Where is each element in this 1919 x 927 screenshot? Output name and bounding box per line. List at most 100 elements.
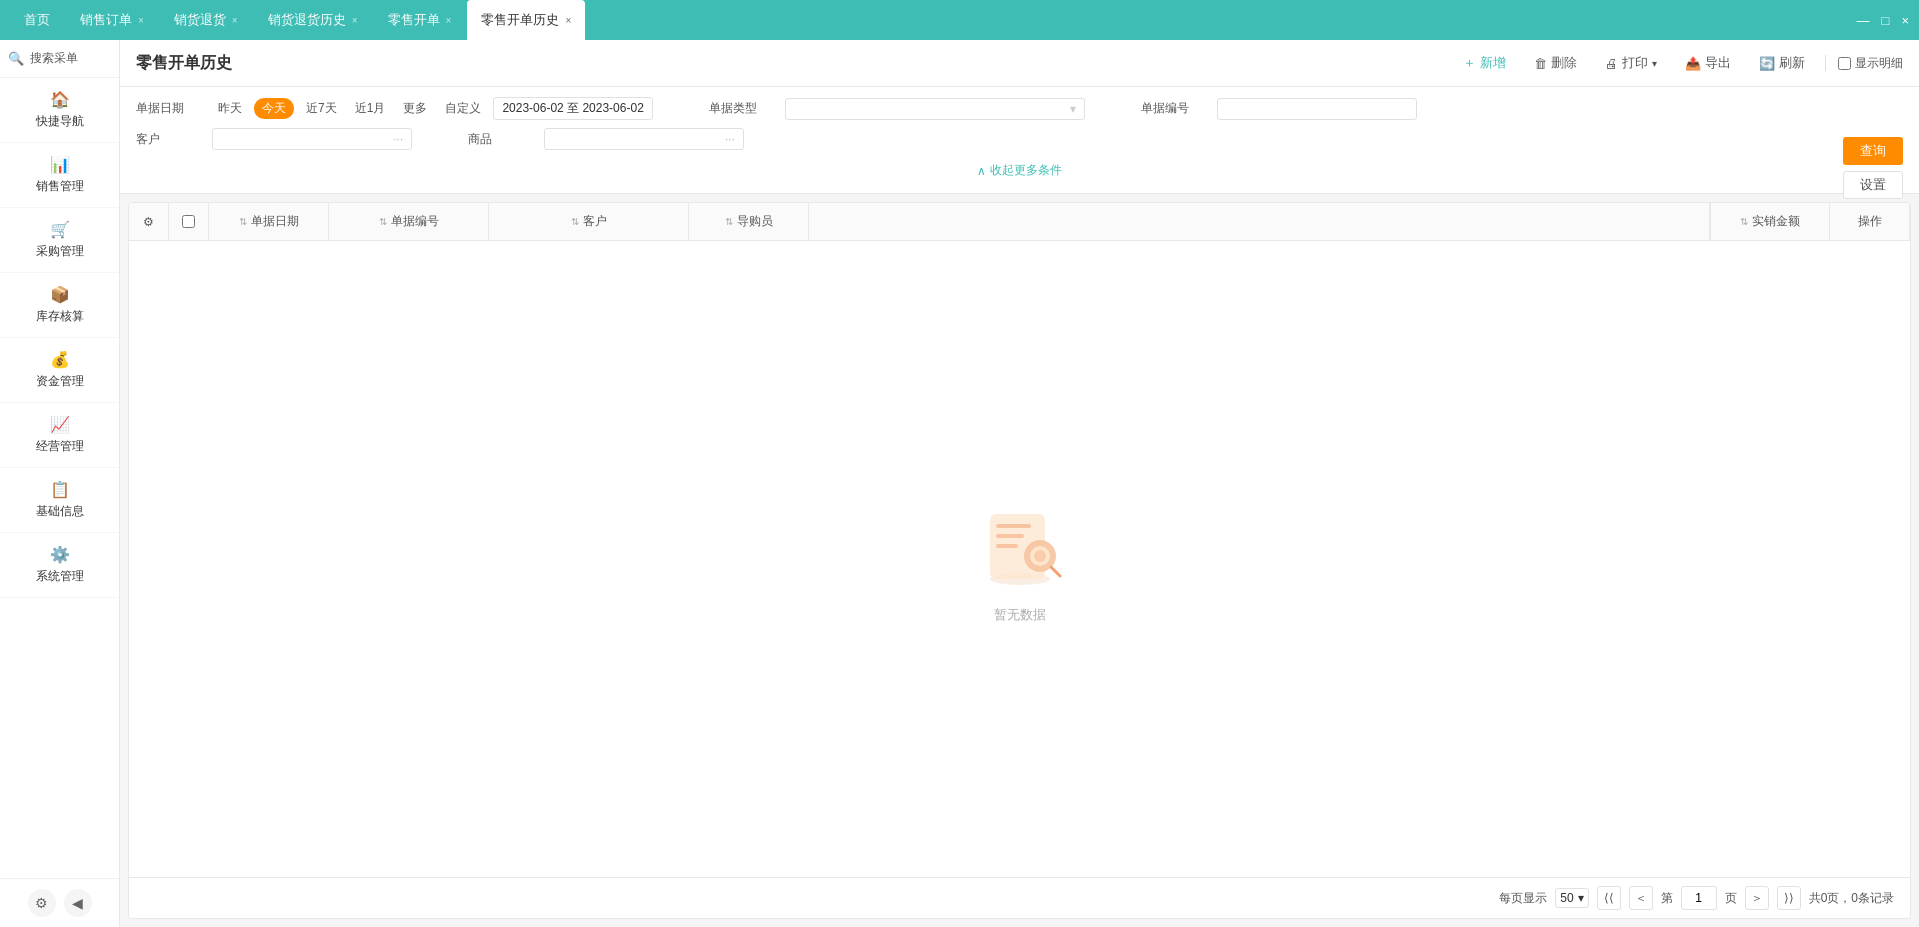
filter-row-2: 客户 ··· 商品 ···	[136, 128, 1903, 150]
page-size-select[interactable]: 50 ▾	[1555, 888, 1588, 908]
window-min-btn[interactable]: —	[1857, 13, 1870, 28]
date-btn-today[interactable]: 今天	[254, 98, 294, 119]
export-button[interactable]: 📤 导出	[1677, 50, 1739, 76]
delete-button[interactable]: 🗑 删除	[1526, 50, 1585, 76]
date-label: 单据日期	[136, 100, 196, 117]
sidebar-item-business-mgmt-label: 经营管理	[36, 438, 84, 455]
sidebar-item-purchase-mgmt[interactable]: 🛒 采购管理	[0, 208, 119, 273]
sidebar-item-business-mgmt[interactable]: 📈 经营管理	[0, 403, 119, 468]
tab-home[interactable]: 首页	[10, 0, 64, 40]
tab-sales-return-history-close[interactable]: ×	[352, 15, 358, 26]
total-info: 共0页，0条记录	[1809, 890, 1894, 907]
col-date[interactable]: ⇅ 单据日期	[209, 203, 329, 240]
next-page-btn[interactable]: ＞	[1745, 886, 1769, 910]
select-all-checkbox[interactable]	[182, 215, 195, 228]
last-page-btn[interactable]: ⟩⟩	[1777, 886, 1801, 910]
window-close-btn[interactable]: ×	[1901, 13, 1909, 28]
goods-input[interactable]: ···	[544, 128, 744, 150]
number-input[interactable]	[1217, 98, 1417, 120]
sidebar-item-quick-nav[interactable]: 🏠 快捷导航	[0, 78, 119, 143]
page-input[interactable]	[1681, 886, 1717, 910]
prev-page-btn[interactable]: ＜	[1629, 886, 1653, 910]
date-buttons: 昨天 今天 近7天 近1月 更多 自定义 2023-06-02 至 2023-0…	[212, 97, 653, 120]
sort-icon-date: ⇅	[239, 216, 247, 227]
tab-sales-order[interactable]: 销售订单 ×	[66, 0, 158, 40]
sidebar-item-finance-label: 资金管理	[36, 373, 84, 390]
show-detail-checkbox[interactable]	[1838, 57, 1851, 70]
number-label: 单据编号	[1141, 100, 1201, 117]
tab-sales-return-label: 销货退货	[174, 11, 226, 29]
settings-filter-button[interactable]: 设置	[1843, 171, 1903, 199]
show-detail-checkbox-label[interactable]: 显示明细	[1838, 55, 1903, 72]
sidebar-item-base-info[interactable]: 📋 基础信息	[0, 468, 119, 533]
add-icon: ＋	[1463, 54, 1476, 72]
tab-sales-return-close[interactable]: ×	[232, 15, 238, 26]
type-select[interactable]: ▾	[785, 98, 1085, 120]
sidebar-item-inventory[interactable]: 📦 库存核算	[0, 273, 119, 338]
col-checkbox[interactable]	[169, 203, 209, 240]
sidebar-item-quick-nav-label: 快捷导航	[36, 113, 84, 130]
date-btn-yesterday[interactable]: 昨天	[212, 98, 248, 119]
goods-input-dots[interactable]: ···	[725, 132, 735, 146]
sidebar-item-purchase-mgmt-label: 采购管理	[36, 243, 84, 260]
tab-retail-order-history[interactable]: 零售开单历史 ×	[467, 0, 585, 40]
date-btn-custom[interactable]: 自定义	[439, 98, 487, 119]
col-date-label: 单据日期	[251, 213, 299, 230]
sidebar-item-system-mgmt[interactable]: ⚙️ 系统管理	[0, 533, 119, 598]
date-btn-more[interactable]: 更多	[397, 98, 433, 119]
sidebar-item-sales-mgmt[interactable]: 📊 销售管理	[0, 143, 119, 208]
tab-retail-order-close[interactable]: ×	[446, 15, 452, 26]
tab-sales-return[interactable]: 销货退货 ×	[160, 0, 252, 40]
sidebar-item-base-info-label: 基础信息	[36, 503, 84, 520]
date-btn-1month[interactable]: 近1月	[349, 98, 392, 119]
sidebar-search[interactable]: 🔍 搜索采单	[0, 40, 119, 78]
add-button[interactable]: ＋ 新增	[1455, 50, 1514, 76]
tab-sales-order-close[interactable]: ×	[138, 15, 144, 26]
system-mgmt-icon: ⚙️	[50, 545, 70, 564]
col-number[interactable]: ⇅ 单据编号	[329, 203, 489, 240]
finance-icon: 💰	[50, 350, 70, 369]
col-guide[interactable]: ⇅ 导购员	[689, 203, 809, 240]
goods-label: 商品	[468, 131, 528, 148]
sidebar-item-finance[interactable]: 💰 资金管理	[0, 338, 119, 403]
first-page-btn[interactable]: ⟨⟨	[1597, 886, 1621, 910]
filter-row-1: 单据日期 昨天 今天 近7天 近1月 更多 自定义 2023-06-02 至 2…	[136, 97, 1903, 120]
sidebar: 🔍 搜索采单 🏠 快捷导航 📊 销售管理 🛒 采购管理 📦 库存核算 💰	[0, 40, 120, 927]
svg-rect-3	[996, 534, 1024, 538]
tab-retail-order[interactable]: 零售开单 ×	[374, 0, 466, 40]
col-customer[interactable]: ⇅ 客户	[489, 203, 689, 240]
svg-line-8	[1051, 567, 1060, 576]
window-max-btn[interactable]: □	[1882, 13, 1890, 28]
tab-retail-order-history-close[interactable]: ×	[565, 15, 571, 26]
col-customer-label: 客户	[583, 213, 607, 230]
base-info-icon: 📋	[50, 480, 70, 499]
sidebar-search-label: 搜索采单	[30, 50, 78, 67]
tab-retail-order-label: 零售开单	[388, 11, 440, 29]
customer-input-dots[interactable]: ···	[393, 132, 403, 146]
refresh-label: 刷新	[1779, 54, 1805, 72]
date-range-display[interactable]: 2023-06-02 至 2023-06-02	[493, 97, 652, 120]
refresh-button[interactable]: 🔄 刷新	[1751, 50, 1813, 76]
page-size-label: 每页显示	[1499, 890, 1547, 907]
tab-sales-return-history[interactable]: 销货退货历史 ×	[254, 0, 372, 40]
date-btn-7days[interactable]: 近7天	[300, 98, 343, 119]
tabs-area: 首页 销售订单 × 销货退货 × 销货退货历史 × 零售开单 × 零售开单历史 …	[10, 0, 585, 40]
customer-input[interactable]: ···	[212, 128, 412, 150]
customer-label: 客户	[136, 131, 196, 148]
inventory-icon: 📦	[50, 285, 70, 304]
print-button[interactable]: 🖨 打印 ▾	[1597, 50, 1665, 76]
sort-icon-amount: ⇅	[1740, 216, 1748, 227]
number-input-field[interactable]	[1226, 102, 1408, 116]
col-settings[interactable]: ⚙	[129, 203, 169, 240]
empty-text: 暂无数据	[994, 606, 1046, 624]
col-amount[interactable]: ⇅ 实销金额	[1710, 203, 1830, 240]
query-button[interactable]: 查询	[1843, 137, 1903, 165]
page-title: 零售开单历史	[136, 53, 232, 74]
sort-icon-number: ⇅	[379, 216, 387, 227]
svg-point-7	[1034, 550, 1046, 562]
sidebar-settings-btn[interactable]: ⚙	[28, 889, 56, 917]
collapse-btn[interactable]: ∧ 收起更多条件	[136, 158, 1903, 183]
empty-icon	[970, 494, 1070, 594]
sidebar-collapse-btn[interactable]: ◀	[64, 889, 92, 917]
content-area: 零售开单历史 ＋ 新增 🗑 删除 🖨 打印 ▾ 📤 导出	[120, 40, 1919, 927]
